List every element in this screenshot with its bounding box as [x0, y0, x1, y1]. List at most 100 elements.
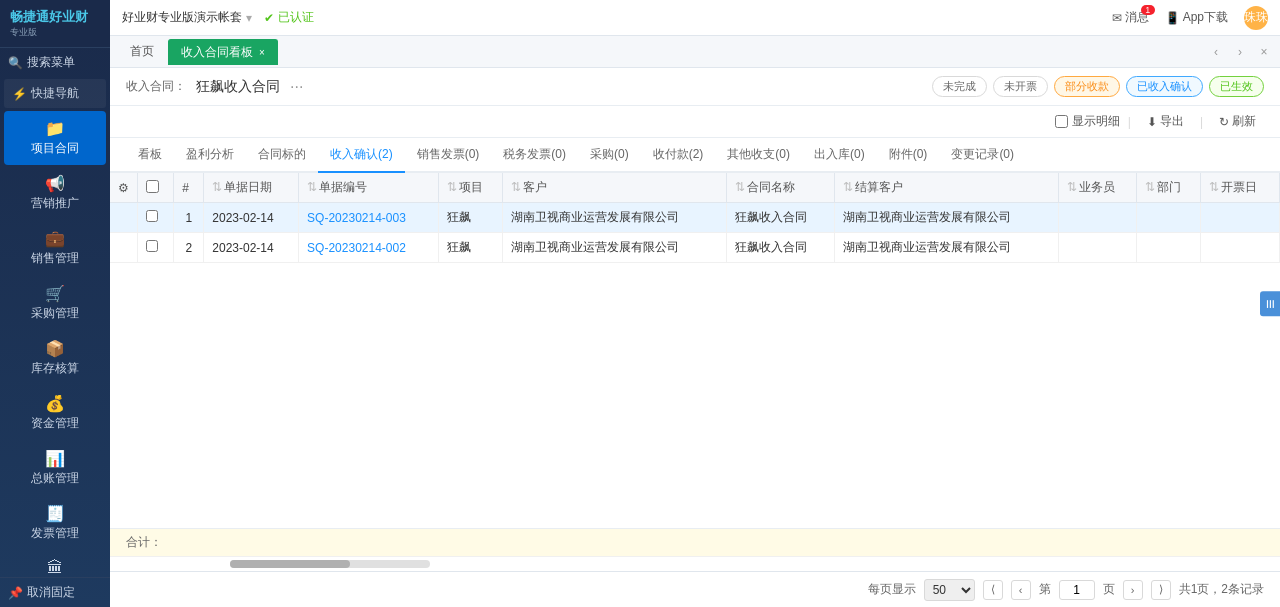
- per-page-label: 每页显示: [868, 581, 916, 598]
- row-checkbox-0[interactable]: [146, 210, 158, 222]
- sub-tab-0[interactable]: 看板: [126, 138, 174, 173]
- sub-tabs: 看板盈利分析合同标的收入确认(2)销售发票(0)税务发票(0)采购(0)收付款(…: [110, 138, 1280, 173]
- company-selector[interactable]: 好业财专业版演示帐套 ▾: [122, 9, 252, 26]
- win-next-button[interactable]: ›: [1232, 44, 1248, 60]
- settings-icon[interactable]: ⚙: [118, 181, 129, 195]
- home-tab-label: 首页: [130, 44, 154, 58]
- sidebar-item-7[interactable]: 🧾 发票管理: [4, 496, 106, 550]
- sidebar-item-6[interactable]: 📊 总账管理: [4, 441, 106, 495]
- export-button[interactable]: ⬇ 导出: [1139, 110, 1192, 133]
- sub-tab-6[interactable]: 采购(0): [578, 138, 641, 173]
- tab-close-icon[interactable]: ×: [259, 47, 265, 58]
- tabbar: 首页 收入合同看板 × ‹ › ×: [110, 36, 1280, 68]
- contract-board-tab[interactable]: 收入合同看板 ×: [168, 39, 278, 65]
- action-right: 显示明细 | ⬇ 导出 | ↻ 刷新: [1055, 110, 1264, 133]
- row-code-1[interactable]: SQ-20230214-002: [299, 233, 439, 263]
- per-page-select[interactable]: 50 100 200: [924, 579, 975, 601]
- next-page-button[interactable]: ›: [1123, 580, 1143, 600]
- th-date[interactable]: ⇅单据日期: [204, 173, 299, 203]
- table-row[interactable]: 1 2023-02-14 SQ-20230214-003 狂飙 湖南卫视商业运营…: [110, 203, 1280, 233]
- cert-check-icon: ✔: [264, 11, 274, 25]
- status-tag-4[interactable]: 已生效: [1209, 76, 1264, 97]
- sub-tab-2[interactable]: 合同标的: [246, 138, 318, 173]
- status-tag-3[interactable]: 已收入确认: [1126, 76, 1203, 97]
- row-cb-0[interactable]: [138, 203, 174, 233]
- th-project-label: 项目: [459, 180, 483, 194]
- sidebar-item-3[interactable]: 🛒 采购管理: [4, 276, 106, 330]
- window-controls: ‹ › ×: [1208, 44, 1272, 60]
- row-code-link-0[interactable]: SQ-20230214-003: [307, 211, 406, 225]
- th-dept[interactable]: ⇅部门: [1137, 173, 1201, 203]
- sub-tab-3[interactable]: 收入确认(2): [318, 138, 405, 173]
- sub-tab-8[interactable]: 其他收支(0): [715, 138, 802, 173]
- last-page-button[interactable]: ⟩: [1151, 580, 1171, 600]
- th-project[interactable]: ⇅项目: [439, 173, 503, 203]
- th-contract-name[interactable]: ⇅合同名称: [727, 173, 835, 203]
- message-button[interactable]: ✉ 1 消息: [1112, 9, 1149, 26]
- sub-tab-4[interactable]: 销售发票(0): [405, 138, 492, 173]
- table-row[interactable]: 2 2023-02-14 SQ-20230214-002 狂飙 湖南卫视商业运营…: [110, 233, 1280, 263]
- status-tag-1[interactable]: 未开票: [993, 76, 1048, 97]
- sub-tab-7[interactable]: 收付款(2): [641, 138, 716, 173]
- sidebar-bottom[interactable]: 📌 取消固定: [0, 577, 110, 607]
- page-title-prefix: 收入合同：: [126, 78, 186, 95]
- horizontal-scrollbar[interactable]: [230, 560, 430, 568]
- sidebar-item-5[interactable]: 💰 资金管理: [4, 386, 106, 440]
- more-options-button[interactable]: ···: [290, 78, 303, 96]
- action-bar: 显示明细 | ⬇ 导出 | ↻ 刷新: [110, 106, 1280, 138]
- search-icon: 🔍: [8, 56, 23, 70]
- sidebar-quick-nav[interactable]: ⚡ 快捷导航: [4, 79, 106, 108]
- sub-tab-11[interactable]: 变更记录(0): [939, 138, 1026, 173]
- th-code[interactable]: ⇅单据编号: [299, 173, 439, 203]
- first-page-button[interactable]: ⟨: [983, 580, 1003, 600]
- row-project-0: 狂飙: [439, 203, 503, 233]
- download-icon: 📱: [1165, 11, 1180, 25]
- topbar-right: ✉ 1 消息 📱 App下载 珠珠: [1112, 6, 1268, 30]
- th-end-customer[interactable]: ⇅结算客户: [834, 173, 1058, 203]
- table-footer: 合计：: [110, 528, 1280, 556]
- select-all-checkbox[interactable]: [146, 180, 159, 193]
- sidebar-search[interactable]: 🔍 搜索菜单: [0, 48, 110, 77]
- sub-tab-10[interactable]: 附件(0): [877, 138, 940, 173]
- display-detail-input[interactable]: [1055, 115, 1068, 128]
- app-download-button[interactable]: 📱 App下载: [1165, 9, 1228, 26]
- sidebar-item-4[interactable]: 📦 库存核算: [4, 331, 106, 385]
- sort-icon-2: ⇅: [307, 180, 317, 194]
- page-number-input[interactable]: [1059, 580, 1095, 600]
- sidebar-icon-5: 💰: [45, 394, 65, 413]
- sidebar-bottom-label: 取消固定: [27, 584, 75, 601]
- row-code-0[interactable]: SQ-20230214-003: [299, 203, 439, 233]
- status-tag-2[interactable]: 部分收款: [1054, 76, 1120, 97]
- sub-tab-9[interactable]: 出入库(0): [802, 138, 877, 173]
- win-close-button[interactable]: ×: [1256, 44, 1272, 60]
- status-tag-0[interactable]: 未完成: [932, 76, 987, 97]
- row-cb-1[interactable]: [138, 233, 174, 263]
- sidebar-logo: 畅捷通好业财 专业版: [0, 0, 110, 48]
- sub-tab-1[interactable]: 盈利分析: [174, 138, 246, 173]
- th-customer[interactable]: ⇅客户: [503, 173, 727, 203]
- horizontal-scrollbar-area[interactable]: [110, 556, 1280, 571]
- th-open-date-label: 开票日: [1221, 180, 1257, 194]
- sidebar-item-8[interactable]: 🏛 税务管理: [4, 551, 106, 577]
- th-open-date[interactable]: ⇅开票日: [1201, 173, 1280, 203]
- sidebar-item-0[interactable]: 📁 项目合同: [4, 111, 106, 165]
- row-code-link-1[interactable]: SQ-20230214-002: [307, 241, 406, 255]
- th-end-customer-label: 结算客户: [855, 180, 903, 194]
- right-panel-toggle[interactable]: ≡: [1260, 291, 1280, 316]
- th-salesman[interactable]: ⇅业务员: [1058, 173, 1137, 203]
- sidebar-item-1[interactable]: 📢 营销推广: [4, 166, 106, 220]
- th-settings[interactable]: ⚙: [110, 173, 138, 203]
- win-prev-button[interactable]: ‹: [1208, 44, 1224, 60]
- display-detail-checkbox[interactable]: 显示明细: [1055, 113, 1120, 130]
- prev-page-button[interactable]: ‹: [1011, 580, 1031, 600]
- row-checkbox-1[interactable]: [146, 240, 158, 252]
- sub-tab-5[interactable]: 税务发票(0): [491, 138, 578, 173]
- refresh-button[interactable]: ↻ 刷新: [1211, 110, 1264, 133]
- pin-icon: 📌: [8, 586, 23, 600]
- horizontal-scrollbar-thumb[interactable]: [230, 560, 350, 568]
- sidebar: 畅捷通好业财 专业版 🔍 搜索菜单 ⚡ 快捷导航 📁 项目合同 📢 营销推广 💼…: [0, 0, 110, 607]
- refresh-label: 刷新: [1232, 113, 1256, 130]
- home-tab[interactable]: 首页: [118, 39, 166, 64]
- sidebar-item-2[interactable]: 💼 销售管理: [4, 221, 106, 275]
- user-avatar[interactable]: 珠珠: [1244, 6, 1268, 30]
